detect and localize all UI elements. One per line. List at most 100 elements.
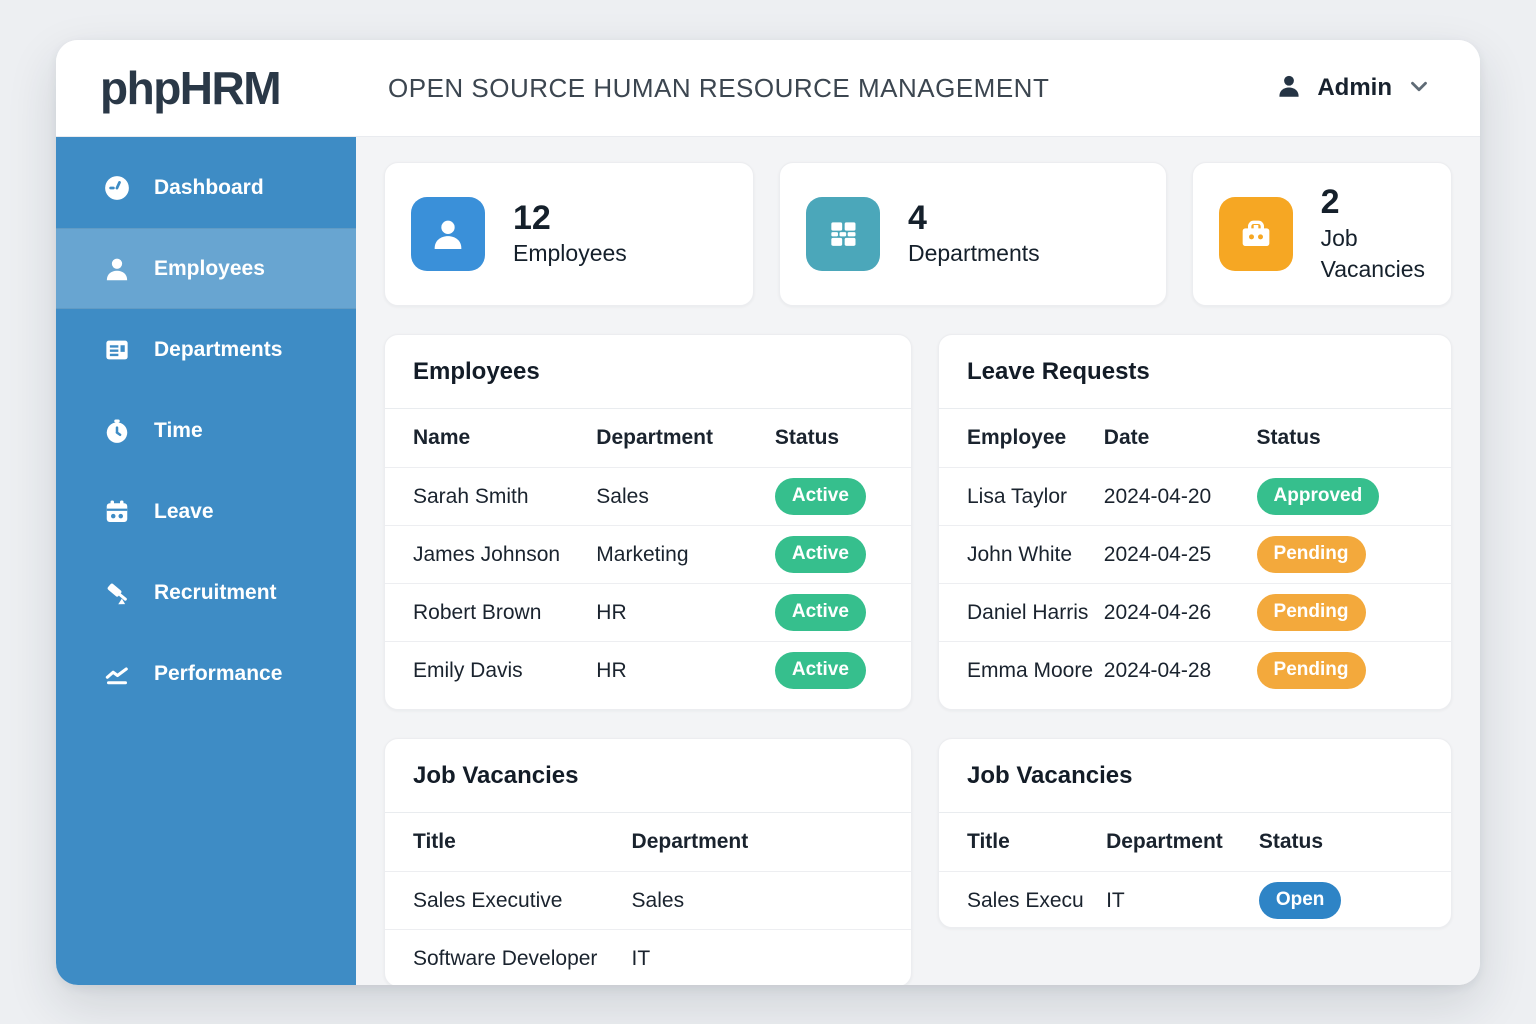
cell-status: Active [774,594,883,631]
cell-name: James Johnson [413,542,561,566]
stat-cards-row: 12 Employees 4 Departments 2 Job Vacanci… [384,162,1452,306]
stat-card-departments: 4 Departments [778,162,1167,306]
stat-value: 4 [907,198,927,237]
cell-status: Active [774,536,883,573]
table-row: Lisa Taylor 2024-04-20 Approved [939,467,1451,525]
sidebar-item-label: Departments [154,337,283,361]
grid-icon [805,197,880,271]
card-title: Job Vacancies [385,739,911,813]
chevron-down-icon [1406,73,1432,104]
column-header: Title [413,830,456,853]
cell-employee: Daniel Harris [967,600,1089,624]
user-menu[interactable]: Admin [1275,72,1480,105]
sidebar-item-performance[interactable]: Performance [56,633,356,714]
stat-value: 12 [513,198,551,237]
calendar-icon [102,497,132,527]
clock-icon [102,416,132,446]
column-header: Date [1103,426,1150,449]
app-header: phpHRM OPEN SOURCE HUMAN RESOURCE MANAGE… [56,40,1480,137]
cell-employee: Lisa Taylor [967,484,1067,508]
status-badge: Active [774,478,866,515]
table-row: James Johnson Marketing Active [385,525,911,583]
column-header: Department [596,426,713,449]
cell-department: Sales [631,888,685,912]
table-row: Software Developer IT [385,929,911,985]
cell-department: HR [596,658,627,682]
cell-title: Sales Executive [413,888,563,912]
table-row: Sarah Smith Sales Active [385,467,911,525]
stat-label: Employees [513,240,627,267]
table-body: Sales Executive Sales Software Developer IT [385,871,911,985]
card-title: Leave Requests [939,335,1451,409]
cell-name: Sarah Smith [413,484,529,508]
table-row: Sales Execu IT Open [939,871,1451,927]
status-badge: Open [1258,882,1342,919]
stat-card-job-vacancies: 2 Job Vacancies [1191,162,1452,306]
sidebar-item-dashboard[interactable]: Dashboard [56,147,356,228]
table-row: Robert Brown HR Active [385,583,911,641]
cell-title: Sales Execu [967,888,1084,912]
column-header: Status [774,426,840,449]
status-badge: Active [774,594,866,631]
leave-requests-card: Leave Requests Employee Date Status Lisa T… [938,334,1452,710]
cell-employee: John White [967,542,1073,566]
stat-card-employees: 12 Employees [384,162,754,306]
main-content: 12 Employees 4 Departments 2 Job Vacanci… [356,137,1480,985]
table-body: Lisa Taylor 2024-04-20 Approved John White 2… [939,467,1451,699]
cell-date: 2024-04-20 [1103,484,1212,508]
status-badge: Pending [1256,536,1366,573]
cell-date: 2024-04-25 [1103,542,1212,566]
app-window: phpHRM OPEN SOURCE HUMAN RESOURCE MANAGE… [56,40,1480,985]
cell-name: Emily Davis [413,658,523,682]
status-badge: Pending [1256,594,1366,631]
tables-row: Employees Name Department Status Sarah Smi… [384,334,1452,710]
cell-status: Pending [1256,652,1423,689]
cell-department: Marketing [596,542,689,566]
app-body: Dashboard Employees Departments Time Leave Re… [56,137,1480,985]
chart-line-icon [102,659,132,689]
table-body: Sarah Smith Sales Active James Johnson Marke… [385,467,911,699]
column-header: Title [967,830,1010,853]
cell-department: IT [1106,888,1125,912]
table-header: Employee Date Status [939,409,1451,467]
status-badge: Pending [1256,652,1366,689]
sidebar-item-label: Dashboard [154,175,264,199]
card-title: Job Vacancies [939,739,1451,813]
table-header: Title Department Status [939,813,1451,871]
sidebar-item-label: Recruitment [154,580,277,604]
table-header: Name Department Status [385,409,911,467]
column-header: Name [413,426,471,449]
stat-label: Departments [907,240,1040,267]
app-logo: phpHRM [100,62,282,114]
stat-label: Job Vacancies [1320,224,1426,282]
newspaper-icon [102,335,132,365]
column-header: Status [1258,830,1324,853]
cell-status: Approved [1256,478,1423,515]
gauge-icon [102,173,132,203]
column-header: Department [1106,830,1223,853]
sidebar-item-recruitment[interactable]: Recruitment [56,552,356,633]
sidebar-item-label: Employees [154,256,265,280]
cell-department: HR [596,600,627,624]
job-vacancies-left-card: Job Vacancies Title Department Sales Exec… [384,738,912,985]
sidebar-item-employees[interactable]: Employees [56,228,356,309]
person-icon [102,254,132,284]
sidebar-item-label: Time [154,418,203,442]
status-badge: Active [774,652,866,689]
table-row: Emily Davis HR Active [385,641,911,699]
hammer-icon [102,578,132,608]
cell-employee: Emma Moore [967,658,1094,682]
cell-status: Pending [1256,536,1423,573]
user-name: Admin [1317,74,1392,101]
briefcase-icon [1218,197,1293,271]
vacancies-row: Job Vacancies Title Department Sales Exec… [384,738,1452,985]
table-header: Title Department [385,813,911,871]
sidebar-item-departments[interactable]: Departments [56,309,356,390]
sidebar-nav: Dashboard Employees Departments Time Leave Re… [56,147,356,714]
sidebar-item-time[interactable]: Time [56,390,356,471]
table-row: John White 2024-04-25 Pending [939,525,1451,583]
table-row: Emma Moore 2024-04-28 Pending [939,641,1451,699]
sidebar-item-leave[interactable]: Leave [56,471,356,552]
cell-status: Active [774,478,883,515]
header-title: OPEN SOURCE HUMAN RESOURCE MANAGEMENT [388,72,1050,103]
